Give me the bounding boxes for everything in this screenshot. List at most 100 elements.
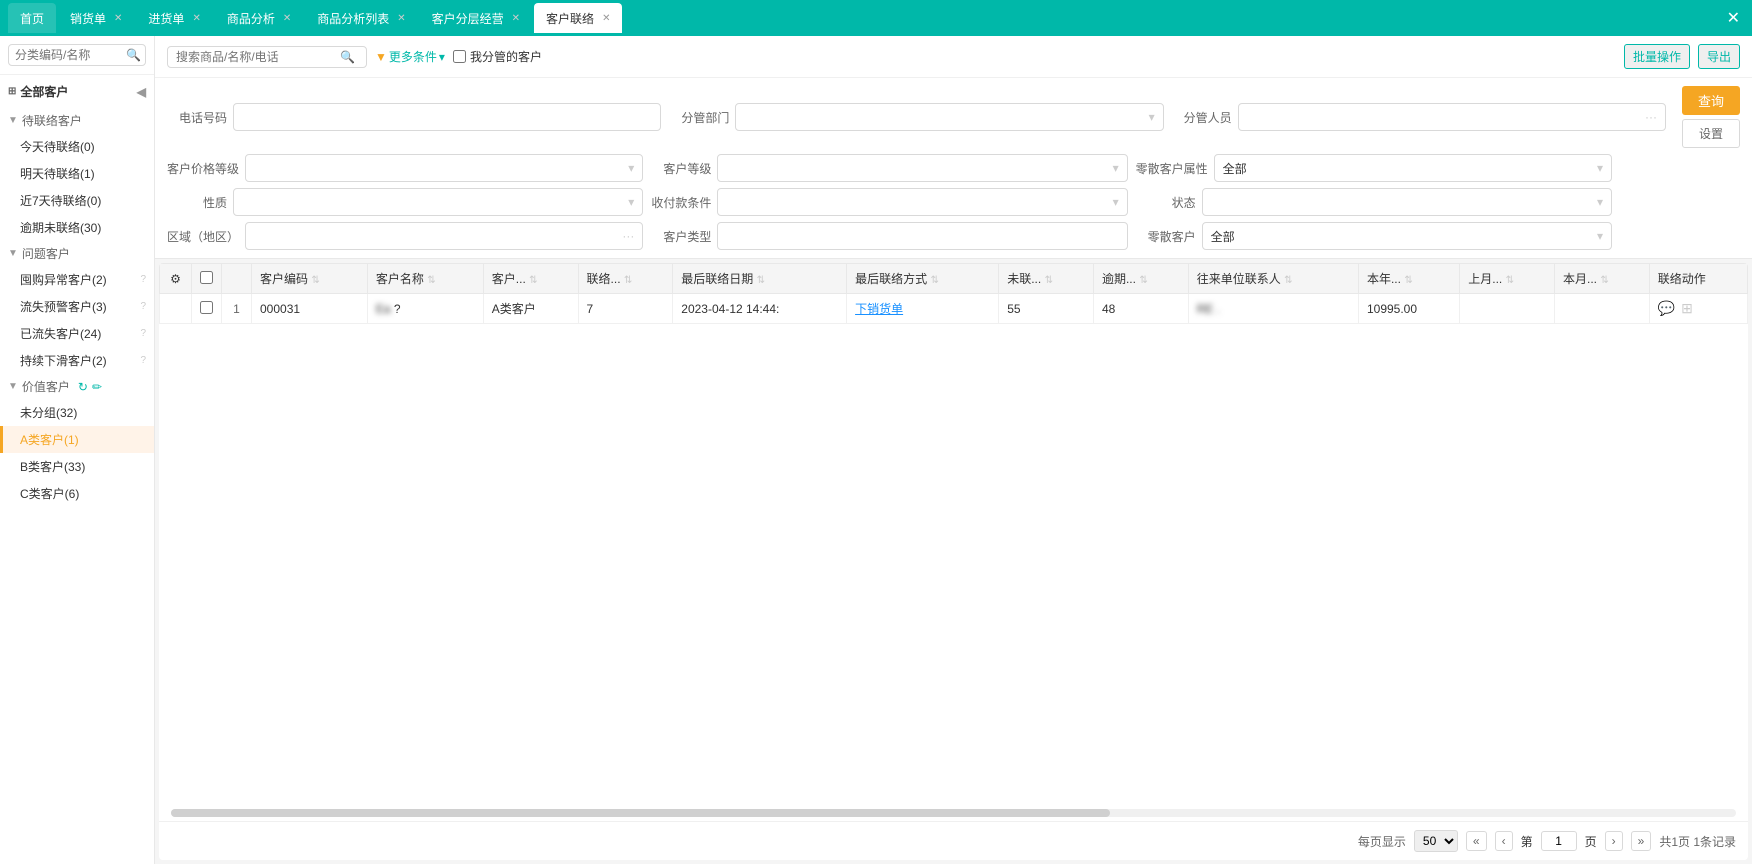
adv-field-person-select[interactable]: ···	[1238, 103, 1666, 131]
close-icon[interactable]: ✕	[114, 13, 122, 24]
td-checkbox[interactable]	[192, 294, 222, 324]
th-type[interactable]: 客户... ⇅	[483, 264, 578, 294]
th-settings[interactable]: ⚙	[160, 264, 192, 294]
close-icon[interactable]: ✕	[602, 13, 610, 24]
filter-search-icon[interactable]: 🔍	[340, 50, 355, 64]
adv-field-customer-level-select[interactable]: ▾	[717, 154, 1127, 182]
select-all-checkbox[interactable]	[200, 271, 213, 284]
sidebar-item-class-b[interactable]: B类客户(33)	[0, 453, 154, 480]
row-checkbox[interactable]	[200, 301, 213, 314]
help-icon[interactable]: ?	[140, 328, 146, 339]
th-name[interactable]: 客户名称 ⇅	[367, 264, 483, 294]
sidebar-all-customers[interactable]: ⊞ 全部客户 ◀	[0, 75, 154, 108]
sidebar-item-7days[interactable]: 近7天待联络(0)	[0, 187, 154, 214]
retail-attr-value: 全部	[1223, 160, 1247, 177]
close-icon[interactable]: ✕	[283, 13, 291, 24]
th-code[interactable]: 客户编码 ⇅	[252, 264, 368, 294]
th-contact-count[interactable]: 联络... ⇅	[578, 264, 673, 294]
td-name: Ea ?	[367, 294, 483, 324]
export-button[interactable]: 导出	[1698, 44, 1740, 69]
sidebar-item-overdue[interactable]: 逾期未联络(30)	[0, 214, 154, 241]
help-icon[interactable]: ?	[140, 301, 146, 312]
adv-field-retail-attr: 零散客户属性 全部 ▾	[1136, 154, 1612, 182]
sidebar-item-class-c[interactable]: C类客户(6)	[0, 480, 154, 507]
th-last-method[interactable]: 最后联络方式 ⇅	[847, 264, 999, 294]
my-customers-check[interactable]	[453, 50, 466, 63]
query-button[interactable]: 查询	[1682, 86, 1740, 115]
adv-field-payment-select[interactable]: ▾	[717, 188, 1127, 216]
next-page-button[interactable]: ›	[1605, 831, 1623, 851]
sidebar-collapse-icon[interactable]: ◀	[137, 85, 146, 99]
th-last-date[interactable]: 最后联络日期 ⇅	[673, 264, 847, 294]
batch-op-button[interactable]: 批量操作	[1624, 44, 1690, 69]
adv-field-status-select[interactable]: ▾	[1202, 188, 1612, 216]
settings-icon[interactable]: ⚙	[170, 272, 181, 286]
sidebar-item-tomorrow[interactable]: 明天待联络(1)	[0, 160, 154, 187]
refresh-icon[interactable]: ↻	[78, 380, 88, 394]
per-page-select[interactable]: 50	[1414, 830, 1458, 852]
th-last-month[interactable]: 上月... ⇅	[1460, 264, 1555, 294]
sidebar-item-today[interactable]: 今天待联络(0)	[0, 133, 154, 160]
sidebar-section-problem[interactable]: ▼ 问题客户	[0, 241, 154, 266]
sidebar-item-tomorrow-label: 明天待联络(1)	[20, 165, 95, 182]
last-page-button[interactable]: »	[1631, 831, 1652, 851]
sidebar-item-abnormal[interactable]: 囤购异常客户(2) ?	[0, 266, 154, 293]
sidebar-section-pending[interactable]: ▼ 待联络客户	[0, 108, 154, 133]
th-contact-person[interactable]: 往来单位联系人 ⇅	[1188, 264, 1358, 294]
scrollbar-thumb[interactable]	[171, 809, 1110, 817]
filter-search-input[interactable]	[176, 50, 336, 64]
comment-icon[interactable]: 💬	[1658, 300, 1675, 317]
help-icon[interactable]: ?	[140, 355, 146, 366]
close-icon[interactable]: ✕	[192, 13, 200, 24]
th-uncontacted[interactable]: 未联... ⇅	[999, 264, 1094, 294]
sidebar-search-icon[interactable]: 🔍	[126, 48, 141, 62]
adv-filter-row-3: 性质 ▾ 收付款条件 ▾ 状态	[167, 188, 1740, 216]
prev-page-button[interactable]: ‹	[1495, 831, 1513, 851]
adv-field-nature-select[interactable]: ▾	[233, 188, 643, 216]
th-checkbox[interactable]	[192, 264, 222, 294]
adv-field-region-select[interactable]: ···	[245, 222, 643, 250]
nav-close-button[interactable]: ✕	[1723, 4, 1744, 32]
adv-field-dept-label: 分管部门	[669, 109, 729, 126]
nav-tab-purchase[interactable]: 进货单 ✕	[136, 3, 212, 33]
my-customers-checkbox[interactable]: 我分管的客户	[453, 48, 542, 65]
adv-field-phone-input[interactable]	[233, 103, 661, 131]
sidebar-item-class-a[interactable]: A类客户(1)	[0, 426, 154, 453]
filter-more-conditions[interactable]: ▼ 更多条件 ▾	[375, 48, 445, 65]
th-this-month[interactable]: 本月... ⇅	[1554, 264, 1649, 294]
adv-field-dept-select[interactable]: ▾	[735, 103, 1163, 131]
adv-field-retail-customer-select[interactable]: 全部 ▾	[1202, 222, 1612, 250]
close-icon[interactable]: ✕	[512, 13, 520, 24]
horizontal-scrollbar[interactable]	[159, 805, 1748, 821]
th-this-year[interactable]: 本年... ⇅	[1358, 264, 1459, 294]
nav-tab-customer-contact[interactable]: 客户联络 ✕	[534, 3, 622, 33]
first-page-button[interactable]: «	[1466, 831, 1487, 851]
th-name-label: 客户名称	[376, 272, 424, 286]
nav-tab-analysis[interactable]: 商品分析 ✕	[215, 3, 303, 33]
adv-field-customer-type-label: 客户类型	[651, 228, 711, 245]
adv-field-dept: 分管部门 ▾	[669, 103, 1163, 131]
sidebar-item-warning[interactable]: 流失预警客户(3) ?	[0, 293, 154, 320]
last-method-link[interactable]: 下销货单	[855, 302, 903, 316]
nav-tab-analysis-list[interactable]: 商品分析列表 ✕	[305, 3, 417, 33]
adv-field-retail-attr-select[interactable]: 全部 ▾	[1214, 154, 1612, 182]
td-last-method[interactable]: 下销货单	[847, 294, 999, 324]
close-icon[interactable]: ✕	[397, 13, 405, 24]
nav-tab-customer-ops[interactable]: 客户分层经营 ✕	[420, 3, 532, 33]
td-this-month	[1554, 294, 1649, 324]
sidebar-item-unclassified[interactable]: 未分组(32)	[0, 399, 154, 426]
sidebar-item-declining[interactable]: 持续下滑客户(2) ?	[0, 347, 154, 374]
sidebar-item-lost[interactable]: 已流失客户(24) ?	[0, 320, 154, 347]
th-contact-person-label: 往来单位联系人	[1197, 272, 1281, 286]
adv-field-customer-type-select[interactable]	[717, 222, 1127, 250]
nav-tab-home[interactable]: 首页	[8, 3, 56, 33]
settings-button[interactable]: 设置	[1682, 119, 1740, 148]
nav-tab-sales[interactable]: 销货单 ✕	[58, 3, 134, 33]
help-icon[interactable]: ?	[140, 274, 146, 285]
page-input[interactable]	[1541, 831, 1577, 851]
th-overdue[interactable]: 逾期... ⇅	[1093, 264, 1188, 294]
edit-icon[interactable]: ✏	[92, 380, 102, 394]
adv-field-price-level-select[interactable]: ▾	[245, 154, 643, 182]
grid-action-icon[interactable]: ⊞	[1681, 300, 1693, 317]
sidebar-section-value[interactable]: ▼ 价值客户 ↻ ✏	[0, 374, 154, 399]
